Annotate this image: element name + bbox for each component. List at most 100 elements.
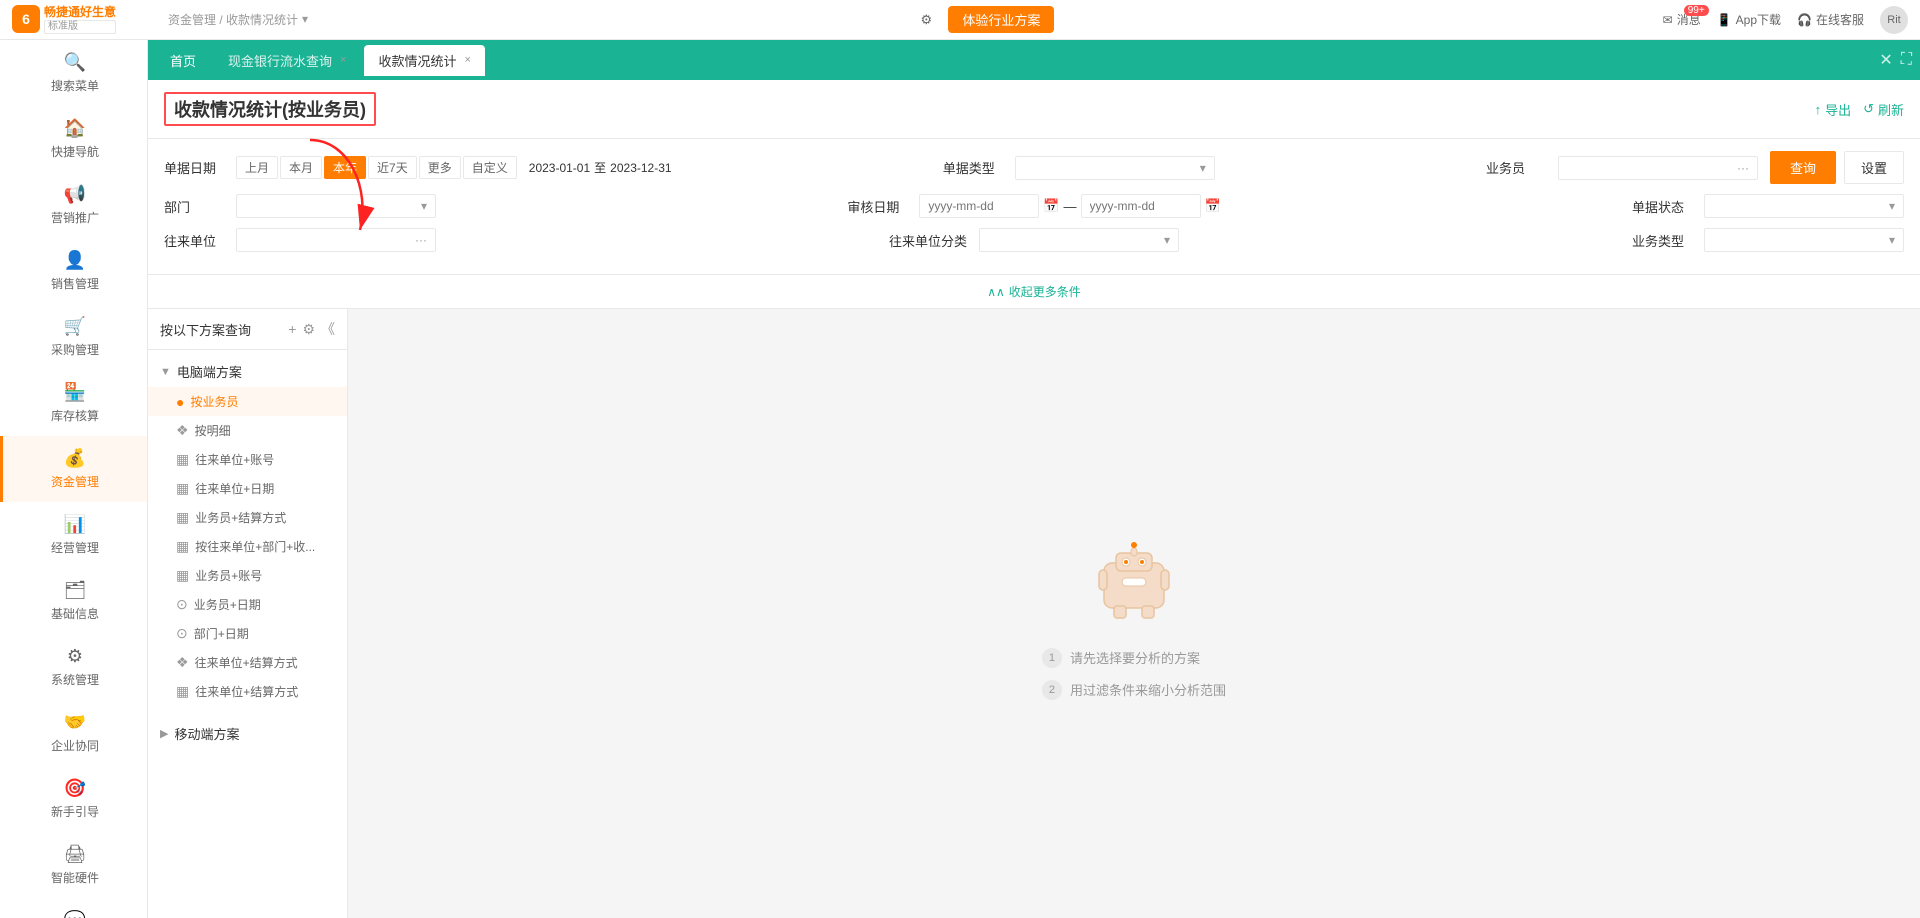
scheme-collapse-icon[interactable]: 《 (321, 319, 335, 339)
counterpart-cat-select[interactable]: ▾ (979, 228, 1179, 252)
scheme-item-0-7[interactable]: ⊙业务员+日期 (148, 590, 347, 619)
date-start: 2023-01-01 (529, 161, 590, 175)
scheme-item-0-2[interactable]: ▦往来单位+账号 (148, 445, 347, 474)
sidebar-label-4: 采购管理 (51, 341, 99, 358)
sidebar-label-6: 资金管理 (51, 473, 99, 490)
scheme-item-0-0[interactable]: ●按业务员 (148, 387, 347, 416)
bill-status-select[interactable]: ▾ (1704, 194, 1904, 218)
breadcrumb-text: 资金管理 / 收款情况统计 (168, 11, 298, 28)
sidebar-item-销售管理[interactable]: 👤销售管理 (0, 238, 147, 304)
maximize-icon[interactable]: ⛶ (1901, 51, 1912, 69)
scheme-item-0-10[interactable]: ▦往来单位+结算方式 (148, 677, 347, 706)
dept-label: 部门 (164, 197, 224, 216)
date-sep: 至 (594, 159, 606, 176)
scheme-gear-icon[interactable]: ⚙ (302, 321, 315, 338)
counterpart-label: 往来单位 (164, 231, 224, 250)
biz-type-select[interactable]: ▾ (1704, 228, 1904, 252)
set-button[interactable]: 设置 (1844, 151, 1904, 184)
sidebar-item-企业协同[interactable]: 🤝企业协同 (0, 700, 147, 766)
scheme-item-icon-0-9: ❖ (176, 654, 189, 671)
empty-tip-2: 2 用过滤条件来缩小分析范围 (1042, 680, 1226, 700)
scheme-item-label-0-8: 部门+日期 (194, 625, 249, 642)
close-window-icon[interactable]: ✕ (1879, 50, 1892, 70)
refresh-button[interactable]: ↺ 刷新 (1863, 100, 1904, 119)
breadcrumb: 资金管理 / 收款情况统计 ▾ (168, 11, 308, 28)
sidebar-item-系统管理[interactable]: ⚙系统管理 (0, 634, 147, 700)
scheme-item-0-3[interactable]: ▦往来单位+日期 (148, 474, 347, 503)
audit-date-start[interactable] (919, 194, 1039, 218)
scheme-item-0-1[interactable]: ❖按明细 (148, 416, 347, 445)
sidebar-item-搜索菜单[interactable]: 🔍搜索菜单 (0, 40, 147, 106)
dept-select[interactable]: ▾ (236, 194, 436, 218)
salesperson-more-icon: ··· (1737, 161, 1749, 175)
salesperson-select[interactable]: ··· (1558, 156, 1758, 180)
salesperson-label: 业务员 (1486, 158, 1546, 177)
date-tab-7days[interactable]: 近7天 (368, 156, 417, 179)
scheme-item-0-8[interactable]: ⊙部门+日期 (148, 619, 347, 648)
date-tab-more[interactable]: 更多 (419, 156, 461, 179)
audit-date-end[interactable] (1081, 194, 1201, 218)
user-avatar[interactable]: Rit (1880, 6, 1908, 34)
date-tabs: 上月 本月 本年 近7天 更多 自定义 (236, 156, 517, 179)
sidebar-icon-8: 🗂 (64, 580, 87, 601)
sidebar-label-11: 新手引导 (51, 803, 99, 820)
scheme-item-label-0-2: 往来单位+账号 (195, 451, 274, 468)
sidebar-item-新手引导[interactable]: 🎯新手引导 (0, 766, 147, 832)
counterpart-select[interactable]: ··· (236, 228, 436, 252)
export-button[interactable]: ↑ 导出 (1815, 100, 1852, 119)
bill-status-label: 单据状态 (1632, 197, 1692, 216)
date-tab-custom[interactable]: 自定义 (463, 156, 517, 179)
dropdown-arrow[interactable]: ▾ (302, 12, 308, 26)
scheme-group-header-0[interactable]: ▼电脑端方案 (148, 356, 347, 387)
scheme-item-0-4[interactable]: ▦业务员+结算方式 (148, 503, 347, 532)
empty-illustration (1084, 528, 1184, 628)
logo-icon: 6 (12, 5, 40, 33)
sidebar-item-企业微信[interactable]: 💬企业微信 (0, 898, 147, 918)
tab-close-1[interactable]: × (340, 54, 346, 66)
scheme-item-0-5[interactable]: ▦按往来单位+部门+收... (148, 532, 347, 561)
sidebar-item-经营管理[interactable]: 📊经营管理 (0, 502, 147, 568)
sidebar-item-采购管理[interactable]: 🛒采购管理 (0, 304, 147, 370)
sidebar-item-营销推广[interactable]: 📢营销推广 (0, 172, 147, 238)
sidebar-icon-0: 🔍 (64, 52, 86, 73)
date-tab-thismonth[interactable]: 本月 (280, 156, 322, 179)
collapse-bar[interactable]: ∧∧ 收起更多条件 (148, 275, 1920, 309)
calendar-icon-end[interactable]: 📅 (1205, 198, 1221, 214)
messages-button[interactable]: ✉ 消息 99+ (1663, 11, 1701, 28)
trial-button[interactable]: 体验行业方案 (948, 6, 1054, 33)
scheme-item-icon-0-7: ⊙ (176, 596, 188, 613)
scheme-item-0-6[interactable]: ▦业务员+账号 (148, 561, 347, 590)
sidebar-item-资金管理[interactable]: 💰资金管理 (0, 436, 147, 502)
tab-2[interactable]: 收款情况统计× (364, 45, 484, 76)
tab-1[interactable]: 现金银行流水查询× (214, 45, 360, 76)
scheme-group-header-1[interactable]: ▶移动端方案 (148, 718, 347, 749)
tab-0[interactable]: 首页 (156, 45, 210, 76)
content-body: 1 请先选择要分析的方案 2 用过滤条件来缩小分析范围 (348, 309, 1920, 918)
online-service-button[interactable]: 🎧 在线客服 (1797, 11, 1864, 28)
online-service-label: 在线客服 (1816, 11, 1864, 28)
tab-close-2[interactable]: × (464, 54, 470, 66)
filter-actions: 查询 设置 (1770, 151, 1904, 184)
sidebar-item-基础信息[interactable]: 🗂基础信息 (0, 568, 147, 634)
query-button[interactable]: 查询 (1770, 151, 1836, 184)
calendar-icon-start[interactable]: 📅 (1043, 198, 1059, 214)
scheme-item-0-9[interactable]: ❖往来单位+结算方式 (148, 648, 347, 677)
date-tab-thisyear[interactable]: 本年 (324, 156, 366, 179)
date-tab-lastmonth[interactable]: 上月 (236, 156, 278, 179)
scheme-add-icon[interactable]: + (288, 321, 296, 337)
type-select[interactable]: ▾ (1015, 156, 1215, 180)
sidebar-icon-13: 💬 (64, 910, 86, 918)
sidebar-item-智能硬件[interactable]: 🖨智能硬件 (0, 832, 147, 898)
tip-num-1: 1 (1042, 648, 1062, 668)
type-label: 单据类型 (943, 158, 1003, 177)
audit-date-separator: — (1064, 199, 1077, 214)
sidebar-label-10: 企业协同 (51, 737, 99, 754)
app-download-button[interactable]: 📱 App下载 (1717, 11, 1781, 28)
sidebar-label-7: 经营管理 (51, 539, 99, 556)
user-name: Rit (1887, 14, 1900, 26)
sidebar-label-1: 快捷导航 (51, 143, 99, 160)
sidebar-item-库存核算[interactable]: 🏪库存核算 (0, 370, 147, 436)
sidebar-item-快捷导航[interactable]: 🏠快捷导航 (0, 106, 147, 172)
settings-icon[interactable]: ⚙ (916, 10, 936, 30)
tip-text-2: 用过滤条件来缩小分析范围 (1070, 680, 1226, 699)
